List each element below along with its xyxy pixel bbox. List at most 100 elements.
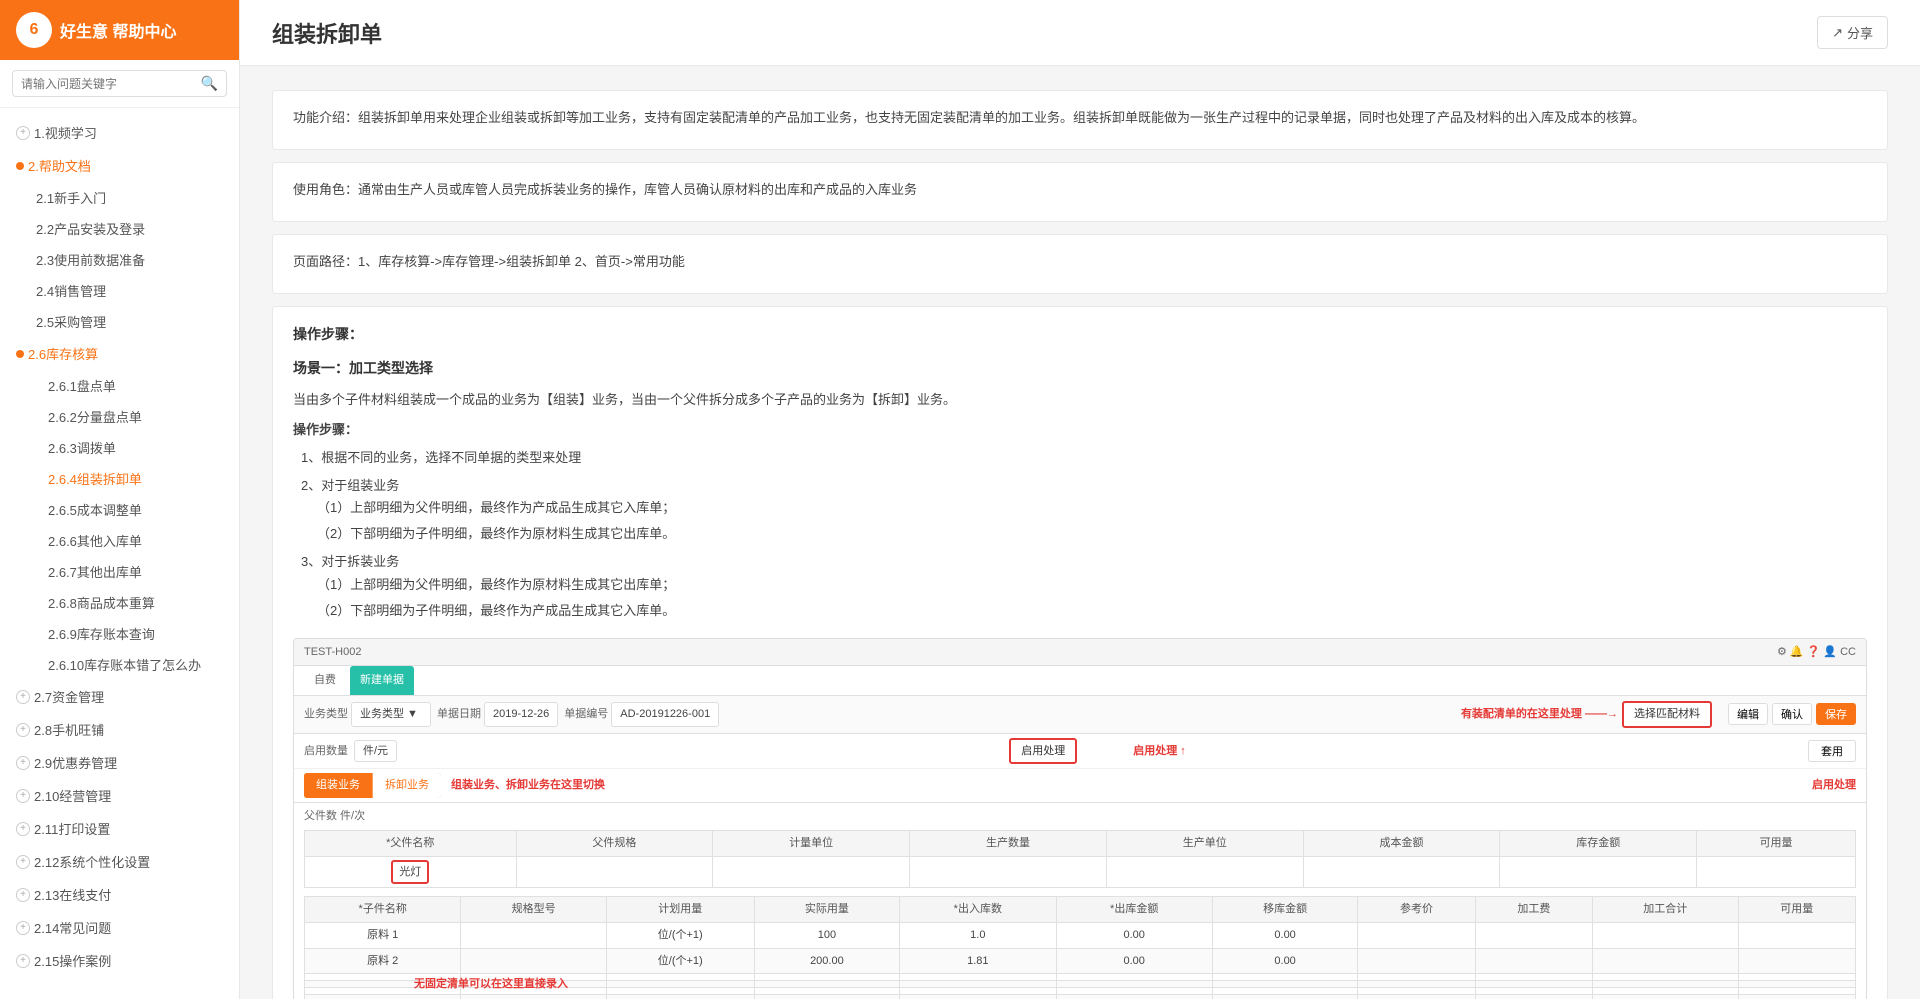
intro-path-text: 页面路径：1、库存核算->库存管理->组装拆卸单 2、首页->常用功能 <box>293 251 1867 273</box>
sidebar-item-docs[interactable]: 2.帮助文档 <box>0 149 239 182</box>
sidebar-item-inv-4[interactable]: 2.6.4组装拆卸单 <box>0 463 239 494</box>
sidebar-item-label: 2.12系统个性化设置 <box>34 852 150 871</box>
mock-upper-section: 父件数 件/次 *父件名称 父件规格 计量单位 生产数量 生产单位 <box>294 803 1866 892</box>
toolbar-actions: 编辑 确认 保存 <box>1728 703 1856 725</box>
col-avail2: 可用量 <box>1738 897 1855 923</box>
toolbar-edit-btn[interactable]: 编辑 <box>1728 703 1768 725</box>
expand-icon: + <box>16 954 30 968</box>
search-input-wrap[interactable]: 🔍 <box>12 70 227 97</box>
sidebar-item-inv-9[interactable]: 2.6.9库存账本查询 <box>0 618 239 649</box>
mock-tab-disassembly[interactable]: 拆卸业务 <box>373 773 441 798</box>
sidebar-item-customize[interactable]: + 2.12系统个性化设置 <box>0 845 239 878</box>
cell-child-1: 原料 1 <box>305 922 461 948</box>
sidebar: 6 好生意 帮助中心 🔍 + 1.视频学习 2.帮助文档 2.1新手入门 2.2… <box>0 0 240 999</box>
sidebar-item-label: 2.帮助文档 <box>28 156 91 175</box>
sidebar-item-cases[interactable]: + 2.15操作案例 <box>0 944 239 977</box>
col-out-amount: *出库金额 <box>1056 897 1212 923</box>
col-prod-unit: 生产单位 <box>1106 830 1303 856</box>
mock-toolbar: 业务类型 业务类型 ▼ 单据日期 2019-12-26 单据编号 AD-2019… <box>294 696 1866 734</box>
screenshot-body: 自费 新建单据 业务类型 业务类型 ▼ 单据日期 2019-12-26 <box>294 666 1866 999</box>
sidebar-item-video[interactable]: + 1.视频学习 <box>0 116 239 149</box>
scene1-title: 场景一：加工类型选择 <box>293 357 1867 381</box>
mock-bom-btn[interactable]: 选择匹配材料 <box>1622 701 1712 728</box>
sidebar-item-sales[interactable]: 2.4销售管理 <box>0 275 239 306</box>
sidebar-item-print[interactable]: + 2.11打印设置 <box>0 812 239 845</box>
step-2-2: （2）下部明细为子件明细，最终作为原材料生成其它出库单。 <box>317 523 1867 545</box>
col-actual-qty: 实际用量 <box>754 897 899 923</box>
mock-upper-table: *父件名称 父件规格 计量单位 生产数量 生产单位 成本金额 库存金额 可用量 <box>304 830 1856 888</box>
cell-uom <box>713 856 910 888</box>
sidebar-item-inv-10[interactable]: 2.6.10库存账本错了怎么办 <box>0 649 239 680</box>
sidebar-item-inv-7[interactable]: 2.6.7其他出库单 <box>0 556 239 587</box>
topbar-url: TEST-H002 <box>304 643 361 662</box>
scene1-desc: 当由多个子件材料组装成一个成品的业务为【组装】业务，当由一个父件拆分成多个子产品… <box>293 389 1867 411</box>
app-logo: 6 <box>16 12 52 48</box>
cell-prod-unit <box>1106 856 1303 888</box>
mock-enable-field[interactable]: 启用处理 <box>1009 738 1077 765</box>
expand-icon: + <box>16 756 30 770</box>
toolbar-confirm-btn[interactable]: 确认 <box>1772 703 1812 725</box>
annotation-tabs-text: 组装业务、拆卸业务在这里切换 <box>451 776 605 795</box>
cell-parent-name-box[interactable]: 光灯 <box>391 860 429 885</box>
sidebar-item-inv-5[interactable]: 2.6.5成本调整单 <box>0 494 239 525</box>
sidebar-item-inv-3[interactable]: 2.6.3调拨单 <box>0 432 239 463</box>
page-title: 组装拆卸单 <box>272 17 382 49</box>
col-child-name: *子件名称 <box>305 897 461 923</box>
share-button[interactable]: ↗ 分享 <box>1817 16 1888 49</box>
mock-apply-btn[interactable]: 套用 <box>1808 740 1856 762</box>
expand-icon: + <box>16 690 30 704</box>
toolbar-docno-input[interactable]: AD-20191226-001 <box>611 702 719 727</box>
expand-icon: + <box>16 789 30 803</box>
mock-tab-assembly[interactable]: 组装业务 <box>304 773 373 798</box>
intro-role-card: 使用角色：通常由生产人员或库管人员完成拆装业务的操作，库管人员确认原材料的出库和… <box>272 162 1888 222</box>
sidebar-item-label: 2.13在线支付 <box>34 885 111 904</box>
col-unit: 计量单位 <box>713 830 910 856</box>
sidebar-item-label: 2.11打印设置 <box>34 819 110 838</box>
step-2-subs: （1）上部明细为父件明细，最终作为产成品生成其它入库单； （2）下部明细为子件明… <box>317 497 1867 545</box>
steps-list: 1、根据不同的业务，选择不同单据的类型来处理 2、对于组装业务 （1）上部明细为… <box>301 447 1867 622</box>
sidebar-item-prepare[interactable]: 2.3使用前数据准备 <box>0 244 239 275</box>
mock-nav-home[interactable]: 自费 <box>304 666 346 695</box>
screenshot-topbar: TEST-H002 ⚙ 🔔 ❓ 👤 CC <box>294 639 1866 667</box>
mock-upper-table-wrap: *父件名称 父件规格 计量单位 生产数量 生产单位 成本金额 库存金额 可用量 <box>304 830 1856 888</box>
sidebar-item-inv-6[interactable]: 2.6.6其他入库单 <box>0 525 239 556</box>
screenshot-container: TEST-H002 ⚙ 🔔 ❓ 👤 CC 自费 新建单据 业务类型 <box>293 638 1867 999</box>
scene1-steps-title: 操作步骤： <box>293 419 1867 441</box>
sidebar-item-mobile[interactable]: + 2.8手机旺铺 <box>0 713 239 746</box>
sidebar-item-faq[interactable]: + 2.14常见问题 <box>0 911 239 944</box>
col-inout-qty: *出入库数 <box>900 897 1056 923</box>
table-row: 光灯 <box>305 856 1856 888</box>
toolbar-type-select[interactable]: 业务类型 ▼ <box>351 702 431 727</box>
sidebar-header: 6 好生意 帮助中心 <box>0 0 239 60</box>
ops-steps-card: 操作步骤： 场景一：加工类型选择 当由多个子件材料组装成一个成品的业务为【组装】… <box>272 306 1888 999</box>
share-icon: ↗ <box>1832 25 1843 41</box>
sidebar-item-inv-1[interactable]: 2.6.1盘点单 <box>0 370 239 401</box>
toolbar-date-input[interactable]: 2019-12-26 <box>484 702 558 727</box>
col-prod-qty: 生产数量 <box>910 830 1107 856</box>
sidebar-item-install[interactable]: 2.2产品安装及登录 <box>0 213 239 244</box>
main-header: 组装拆卸单 ↗ 分享 <box>240 0 1920 66</box>
sidebar-item-inv-8[interactable]: 2.6.8商品成本重算 <box>0 587 239 618</box>
col-parent-name: *父件名称 <box>305 830 517 856</box>
annotation-enable2-text: 启用处理 <box>1812 776 1856 795</box>
sidebar-item-purchase[interactable]: 2.5采购管理 <box>0 306 239 337</box>
toolbar-save-btn[interactable]: 保存 <box>1816 703 1856 725</box>
ops-steps-title: 操作步骤： <box>293 323 1867 347</box>
expand-icon: + <box>16 921 30 935</box>
sidebar-item-inventory[interactable]: 2.6库存核算 <box>0 337 239 370</box>
sidebar-item-inv-2[interactable]: 2.6.2分量盘点单 <box>0 401 239 432</box>
mock-enable-input[interactable]: 件/元 <box>354 740 397 763</box>
search-icon[interactable]: 🔍 <box>201 75 218 92</box>
col-process-total: 加工合计 <box>1593 897 1738 923</box>
sidebar-item-ops[interactable]: + 2.10经营管理 <box>0 779 239 812</box>
mock-upper-label: 父件数 件/次 <box>304 807 1856 826</box>
step-2: 2、对于组装业务 （1）上部明细为父件明细，最终作为产成品生成其它入库单； （2… <box>301 475 1867 545</box>
col-inv-amount: 库存金额 <box>1500 830 1697 856</box>
mock-nav-new[interactable]: 新建单据 <box>350 666 414 695</box>
search-input[interactable] <box>21 77 201 91</box>
annotation-bom-text: 有装配清单的在这里处理 ——→ <box>1461 705 1618 724</box>
sidebar-item-newcomer[interactable]: 2.1新手入门 <box>0 182 239 213</box>
sidebar-item-coupon[interactable]: + 2.9优惠券管理 <box>0 746 239 779</box>
sidebar-item-finance[interactable]: + 2.7资金管理 <box>0 680 239 713</box>
sidebar-item-online-pay[interactable]: + 2.13在线支付 <box>0 878 239 911</box>
